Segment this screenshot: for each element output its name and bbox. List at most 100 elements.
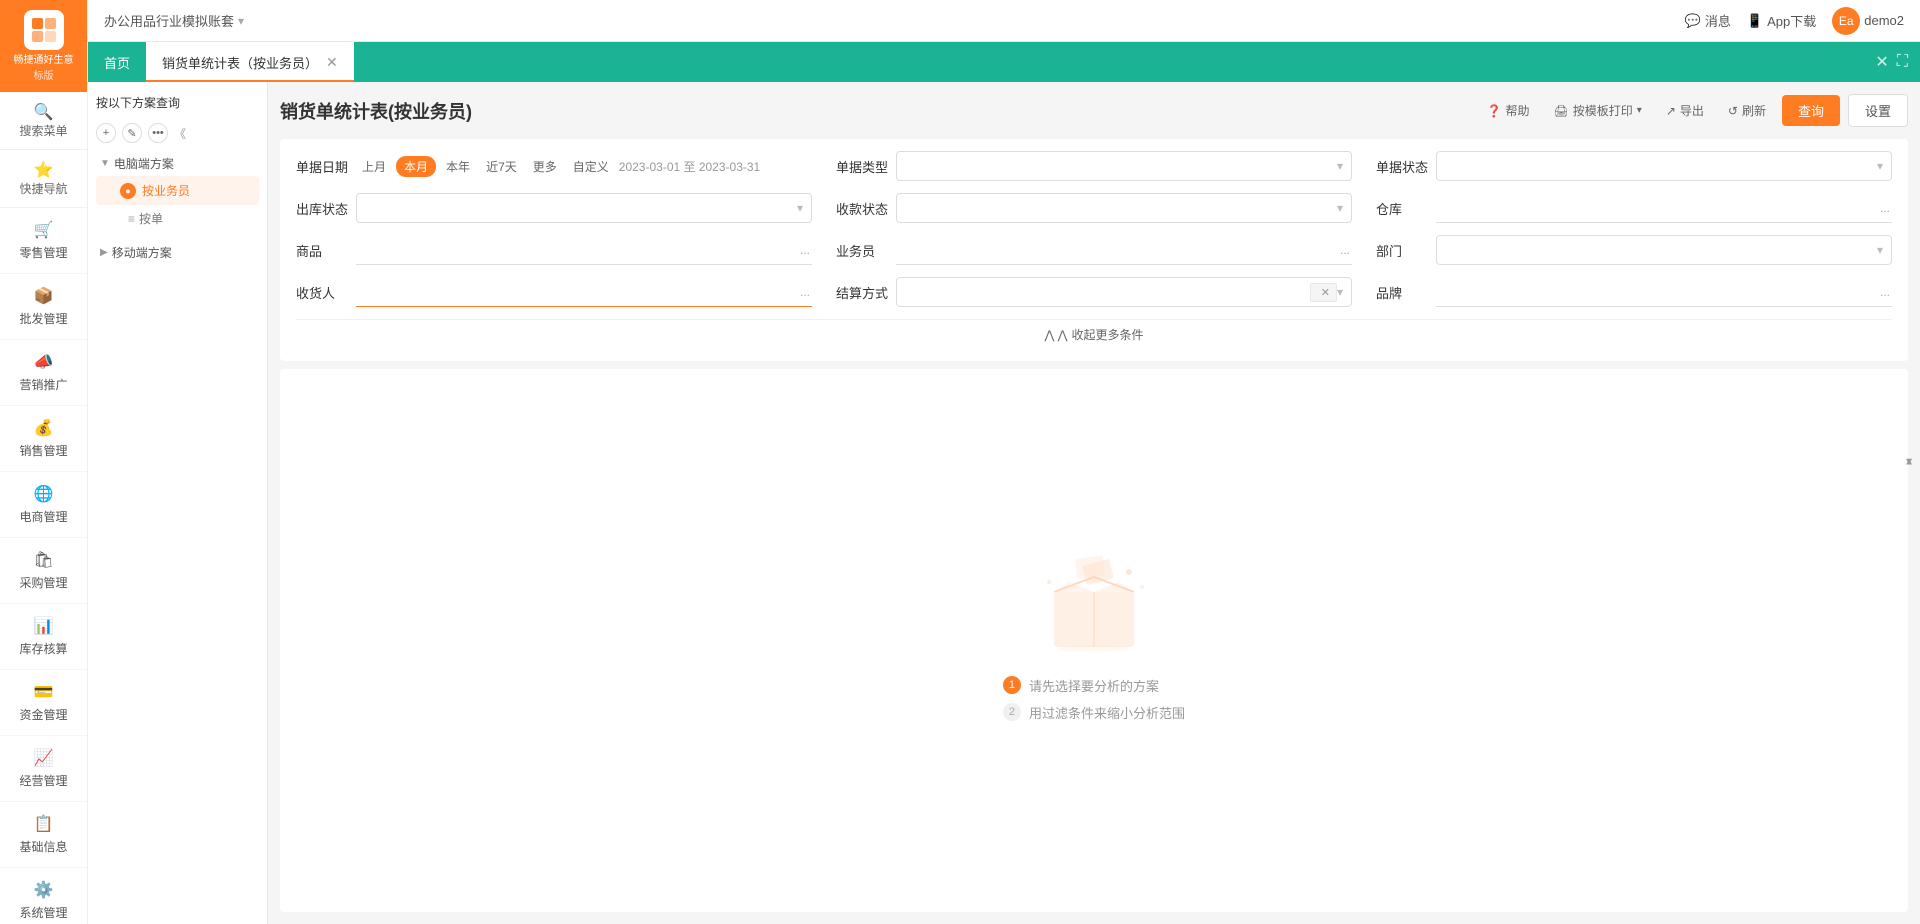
sidebar-item-retail[interactable]: 🛒 零售管理 ▼ [0, 208, 87, 274]
salesperson-scheme-icon: ● [120, 183, 136, 199]
help-btn[interactable]: ❓ 帮助 [1479, 98, 1538, 123]
print-icon: 🖨 [1554, 104, 1569, 118]
collapse-bar[interactable]: ⋀ ⋀ 收起更多条件 [296, 319, 1892, 349]
collapse-icon: ⋀ ⋀ [1044, 328, 1067, 342]
print-btn[interactable]: 🖨 按模板打印 ▾ [1546, 98, 1650, 123]
system-icon: ⚙️ [34, 880, 54, 900]
app-download-btn[interactable]: 📱 App下载 [1747, 11, 1816, 30]
scheme-group-mobile-header[interactable]: ▶ 移动端方案 [96, 240, 259, 265]
quick-nav-label: 快捷导航 [8, 180, 79, 197]
system-label: 系统管理 [19, 904, 67, 921]
date-tab-last7[interactable]: 近7天 [480, 156, 523, 177]
date-tab-more[interactable]: 更多 [527, 156, 563, 177]
brand-dots[interactable]: ... [1880, 285, 1890, 299]
sidebar-item-ecommerce[interactable]: 🌐 电商管理 [0, 472, 87, 538]
date-tab-this-year[interactable]: 本年 [440, 156, 476, 177]
ecommerce-label: 电商管理 [19, 508, 67, 525]
collapse-scheme-btn[interactable]: 《 [174, 125, 186, 142]
sidebar-item-operations[interactable]: 📈 经营管理 [0, 736, 87, 802]
sidebar-item-basic[interactable]: 📋 基础信息 [0, 802, 87, 868]
tab-close-btn[interactable]: ✕ [326, 54, 338, 71]
account-dropdown[interactable]: 办公用品行业模拟账套 ▾ [104, 11, 244, 30]
logo-subtext: 标版 [34, 67, 54, 82]
tab-bar: 首页 销货单统计表（按业务员） ✕ ✕ ⛶ [88, 42, 1920, 82]
message-btn[interactable]: 💬 消息 [1685, 11, 1731, 30]
goods-dots[interactable]: ... [800, 243, 810, 257]
salesperson-label: 业务员 [836, 241, 888, 260]
sidebar-quick-nav[interactable]: ⭐ 快捷导航 [0, 150, 87, 208]
date-tab-custom[interactable]: 自定义 [567, 156, 615, 177]
export-label: 导出 [1680, 102, 1704, 119]
out-status-select[interactable]: ▾ [356, 193, 812, 223]
settlement-tag-close[interactable]: ✕ [1321, 286, 1330, 299]
export-btn[interactable]: ↗ 导出 [1658, 98, 1712, 123]
desktop-group-arrow: ▼ [100, 158, 110, 169]
empty-step-2: 2 用过滤条件来缩小分析范围 [1003, 703, 1185, 722]
warehouse-dots[interactable]: ... [1880, 201, 1890, 215]
tab-maximize-btn[interactable]: ⛶ [1897, 53, 1908, 71]
tab-sales-stat-label: 销货单统计表（按业务员） [162, 53, 318, 72]
doc-type-select[interactable]: ▾ [896, 151, 1352, 181]
sidebar-item-inventory[interactable]: 📊 库存核算 [0, 604, 87, 670]
sidebar: 畅捷通好生意 标版 🔍 搜索菜单 ⭐ 快捷导航 🛒 零售管理 ▼ 📦 批发管理 … [0, 0, 88, 924]
retail-icon: 🛒 [34, 220, 54, 240]
brand-label: 品牌 [1376, 283, 1428, 302]
doc-status-arrow-icon: ▾ [1877, 159, 1883, 173]
filter-date: 单据日期 上月 本月 本年 近7天 更多 自定义 2023-03-01 至 20… [296, 156, 812, 177]
collapse-label: 收起更多条件 [1072, 326, 1144, 343]
header-right: 💬 消息 📱 App下载 Ea demo2 [1685, 7, 1904, 35]
doc-type-arrow-icon: ▾ [1337, 159, 1343, 173]
export-icon: ↗ [1666, 104, 1676, 118]
add-scheme-btn[interactable]: + [96, 123, 116, 143]
order-scheme-icon: ≡ [128, 212, 135, 226]
sidebar-item-purchase[interactable]: 🛍 采购管理 [0, 538, 87, 604]
scheme-item-by-salesperson[interactable]: ● 按业务员 [96, 176, 259, 205]
receiver-dots[interactable]: ... [800, 285, 810, 299]
logo-area[interactable]: 畅捷通好生意 标版 [0, 0, 87, 92]
tab-home[interactable]: 首页 [88, 42, 146, 82]
scheme-group-desktop: ▼ 电脑端方案 ● 按业务员 ≡ 按单 [96, 151, 259, 232]
sidebar-item-sales[interactable]: 💰 销售管理 [0, 406, 87, 472]
finance-icon: 💳 [34, 682, 54, 702]
sales-label: 销售管理 [19, 442, 67, 459]
scheme-group-mobile: ▶ 移动端方案 [96, 240, 259, 265]
print-label: 按模板打印 [1573, 102, 1633, 119]
more-scheme-btn[interactable]: ••• [148, 123, 168, 143]
dept-select[interactable]: ▾ [1436, 235, 1892, 265]
desktop-group-label: 电脑端方案 [114, 155, 174, 172]
date-tab-last-month[interactable]: 上月 [356, 156, 392, 177]
avatar: Ea [1832, 7, 1860, 35]
refresh-btn[interactable]: ↺ 刷新 [1720, 98, 1774, 123]
sidebar-item-system[interactable]: ⚙️ 系统管理 [0, 868, 87, 924]
tab-sales-stat[interactable]: 销货单统计表（按业务员） ✕ [146, 42, 354, 82]
top-header: 办公用品行业模拟账套 ▾ 💬 消息 📱 App下载 Ea demo2 [88, 0, 1920, 42]
sidebar-item-finance[interactable]: 💳 资金管理 [0, 670, 87, 736]
inventory-icon: 📊 [34, 616, 54, 636]
wholesale-icon: 📦 [34, 286, 54, 306]
tab-home-label: 首页 [104, 53, 130, 72]
page-title: 销货单统计表(按业务员) [280, 98, 472, 124]
sidebar-item-wholesale[interactable]: 📦 批发管理 ▲ [0, 274, 87, 340]
logo-icon [24, 10, 64, 50]
sidebar-item-marketing[interactable]: 📣 营销推广 [0, 340, 87, 406]
query-btn[interactable]: 查询 [1782, 95, 1840, 126]
scheme-sub-item-by-order[interactable]: ≡ 按单 [96, 205, 259, 232]
receipt-status-select[interactable]: ▾ [896, 193, 1352, 223]
doc-status-select[interactable]: ▾ [1436, 151, 1892, 181]
mobile-group-arrow: ▶ [100, 247, 108, 258]
settlement-select[interactable]: ✕ ▾ [896, 277, 1352, 307]
settings-btn[interactable]: 设置 [1848, 94, 1908, 127]
empty-illustration [1034, 552, 1154, 652]
sidebar-search[interactable]: 🔍 搜索菜单 [0, 92, 87, 150]
doc-status-label: 单据状态 [1376, 157, 1428, 176]
filter-out-status: 出库状态 ▾ [296, 193, 812, 223]
edit-scheme-btn[interactable]: ✎ [122, 123, 142, 143]
operations-label: 经营管理 [19, 772, 67, 789]
tab-close-window-btn[interactable]: ✕ [1875, 52, 1888, 72]
date-tab-this-month[interactable]: 本月 [396, 156, 436, 177]
page-content: 按以下方案查询 + ✎ ••• 《 ▼ 电脑端方案 ● 按业务员 ≡ [88, 82, 1920, 924]
scheme-group-desktop-header[interactable]: ▼ 电脑端方案 [96, 151, 259, 176]
salesperson-dots[interactable]: ... [1340, 243, 1350, 257]
user-profile[interactable]: Ea demo2 [1832, 7, 1904, 35]
filter-row-1: 单据日期 上月 本月 本年 近7天 更多 自定义 2023-03-01 至 20… [296, 151, 1892, 181]
